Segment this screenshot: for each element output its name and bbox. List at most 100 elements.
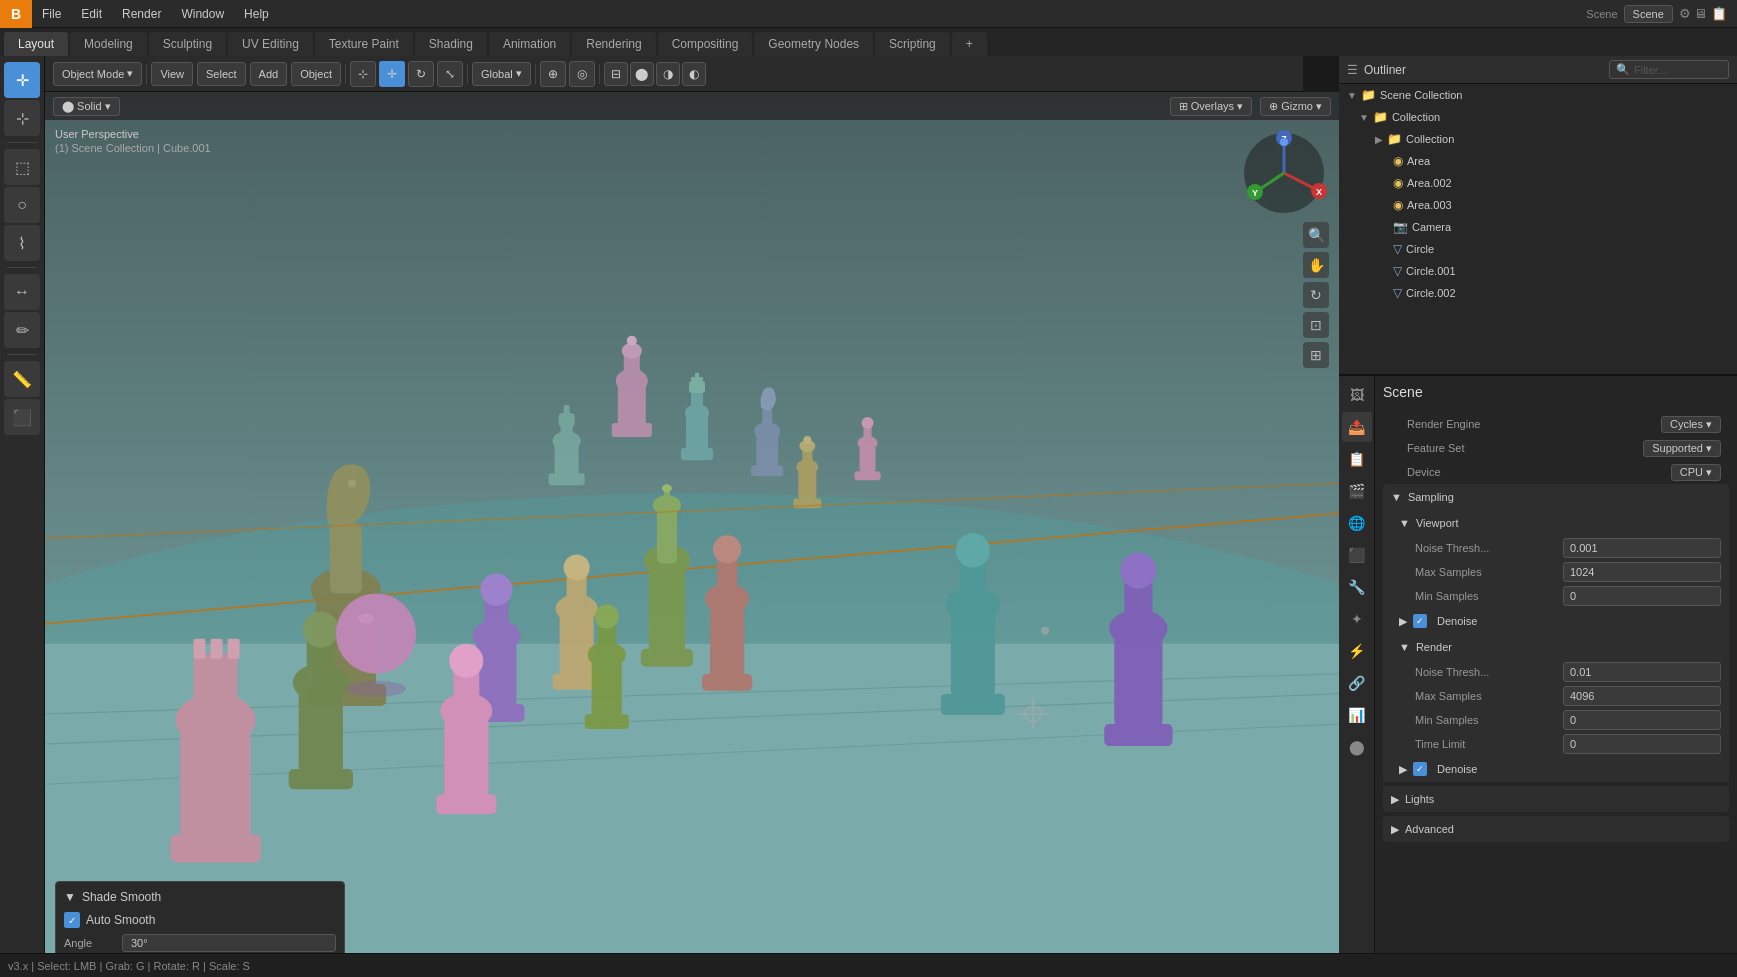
- max-samples-render-input[interactable]: [1563, 686, 1721, 706]
- view-layer-props-icon[interactable]: 📋: [1342, 444, 1372, 474]
- render-sub-header[interactable]: ▼ Render: [1391, 634, 1729, 660]
- snap-icon[interactable]: ⊕: [540, 61, 566, 87]
- outliner-item-area003[interactable]: ◉ Area.003: [1339, 194, 1737, 216]
- auto-smooth-checkbox[interactable]: ✓ Auto Smooth: [64, 912, 155, 928]
- solid-mode-btn[interactable]: ⬤: [630, 62, 654, 86]
- outliner-item-area[interactable]: ◉ Area: [1339, 150, 1737, 172]
- fit-view-icon[interactable]: ⊡: [1303, 312, 1329, 338]
- outliner-item-circle001[interactable]: ▽ Circle.001: [1339, 260, 1737, 282]
- area003-light-icon: ◉: [1393, 198, 1403, 212]
- menu-file[interactable]: File: [32, 0, 71, 28]
- select-lasso-tool[interactable]: ⌇: [4, 225, 40, 261]
- denoise-render-checkbox[interactable]: ✓: [1413, 762, 1427, 776]
- select-circle-tool[interactable]: ○: [4, 187, 40, 223]
- rotate-icon[interactable]: ↻: [1303, 282, 1329, 308]
- transform-select-icon[interactable]: ⊹: [350, 61, 376, 87]
- tab-geometry-nodes[interactable]: Geometry Nodes: [754, 32, 873, 56]
- max-samples-viewport-input[interactable]: [1563, 562, 1721, 582]
- outliner-item-area002[interactable]: ◉ Area.002: [1339, 172, 1737, 194]
- tab-texture-paint[interactable]: Texture Paint: [315, 32, 413, 56]
- outliner-item-circle[interactable]: ▽ Circle: [1339, 238, 1737, 260]
- advanced-header[interactable]: ▶ Advanced: [1383, 816, 1729, 842]
- transform-rotate-icon[interactable]: ↻: [408, 61, 434, 87]
- particles-props-icon[interactable]: ✦: [1342, 604, 1372, 634]
- material-props-icon[interactable]: ⬤: [1342, 732, 1372, 762]
- proportional-edit-icon[interactable]: ◎: [569, 61, 595, 87]
- transform-move-icon[interactable]: ✛: [379, 61, 405, 87]
- checkbox-checked-icon: ✓: [64, 912, 80, 928]
- outliner-item-collection[interactable]: ▼ 📁 Collection: [1339, 106, 1737, 128]
- ortho-toggle-icon[interactable]: ⊞: [1303, 342, 1329, 368]
- min-samples-render-input[interactable]: [1563, 710, 1721, 730]
- select-box-tool[interactable]: ⬚: [4, 149, 40, 185]
- outliner-item-circle002[interactable]: ▽ Circle.002: [1339, 282, 1737, 304]
- denoise-viewport-checkbox[interactable]: ✓: [1413, 614, 1427, 628]
- scene-name[interactable]: Scene: [1624, 5, 1673, 23]
- viewport-overlay-btn[interactable]: ⊞ Overlays ▾: [1170, 97, 1253, 116]
- select-menu-btn[interactable]: Select: [197, 62, 246, 86]
- tab-sculpting[interactable]: Sculpting: [149, 32, 226, 56]
- tab-modeling[interactable]: Modeling: [70, 32, 147, 56]
- wire-mode-btn[interactable]: ⊟: [604, 62, 628, 86]
- view-menu-btn[interactable]: View: [151, 62, 193, 86]
- sep1: [146, 64, 147, 84]
- modifier-props-icon[interactable]: 🔧: [1342, 572, 1372, 602]
- render-mode-btn[interactable]: ◐: [682, 62, 706, 86]
- denoise-viewport-header[interactable]: ▶ ✓ Denoise: [1391, 608, 1729, 634]
- svg-rect-22: [691, 391, 703, 415]
- tab-scripting[interactable]: Scripting: [875, 32, 950, 56]
- viewport-gizmo[interactable]: Z X Y: [1239, 128, 1329, 218]
- menu-render[interactable]: Render: [112, 0, 171, 28]
- object-props-icon[interactable]: ⬛: [1342, 540, 1372, 570]
- global-btn[interactable]: Global ▾: [472, 62, 531, 86]
- outliner-item-collection2[interactable]: ▶ 📁 Collection: [1339, 128, 1737, 150]
- cursor-tool[interactable]: ✛: [4, 62, 40, 98]
- annotate-tool[interactable]: ✏: [4, 312, 40, 348]
- data-props-icon[interactable]: 📊: [1342, 700, 1372, 730]
- menu-edit[interactable]: Edit: [71, 0, 112, 28]
- lights-header[interactable]: ▶ Lights: [1383, 786, 1729, 812]
- material-mode-btn[interactable]: ◑: [656, 62, 680, 86]
- add-menu-btn[interactable]: Add: [250, 62, 288, 86]
- menu-help[interactable]: Help: [234, 0, 279, 28]
- min-samples-viewport-input[interactable]: [1563, 586, 1721, 606]
- outliner-item-camera[interactable]: 📷 Camera: [1339, 216, 1737, 238]
- viewport-shading-btn[interactable]: ⬤ Solid ▾: [53, 97, 120, 116]
- output-props-icon[interactable]: 📤: [1342, 412, 1372, 442]
- angle-input[interactable]: 30°: [122, 934, 336, 952]
- props-content[interactable]: Scene Render Engine Cycles ▾ Feature Set…: [1375, 376, 1737, 977]
- scene-props-icon[interactable]: 🎬: [1342, 476, 1372, 506]
- tab-uv-editing[interactable]: UV Editing: [228, 32, 313, 56]
- object-mode-btn[interactable]: Object Mode ▾: [53, 62, 142, 86]
- noise-thresh-viewport-input[interactable]: [1563, 538, 1721, 558]
- measure-tool[interactable]: 📏: [4, 361, 40, 397]
- render-props-icon[interactable]: 🖼: [1342, 380, 1372, 410]
- tab-compositing[interactable]: Compositing: [658, 32, 753, 56]
- denoise-render-header[interactable]: ▶ ✓ Denoise: [1391, 756, 1729, 782]
- sampling-header[interactable]: ▼ Sampling: [1383, 484, 1729, 510]
- viewport[interactable]: ⬤ Solid ▾ ⊞ Overlays ▾ ⊕ Gizmo ▾ User Pe…: [45, 92, 1339, 977]
- outliner-item-scene-collection[interactable]: ▼ 📁 Scene Collection: [1339, 84, 1737, 106]
- viewport-sub-header[interactable]: ▼ Viewport: [1391, 510, 1729, 536]
- world-props-icon[interactable]: 🌐: [1342, 508, 1372, 538]
- circle-mesh-icon: ▽: [1393, 242, 1402, 256]
- tab-shading[interactable]: Shading: [415, 32, 487, 56]
- add-cube-tool[interactable]: ⬛: [4, 399, 40, 435]
- transform-tool[interactable]: ↔: [4, 274, 40, 310]
- time-limit-input[interactable]: [1563, 734, 1721, 754]
- tab-animation[interactable]: Animation: [489, 32, 570, 56]
- transform-scale-icon[interactable]: ⤡: [437, 61, 463, 87]
- object-menu-btn[interactable]: Object: [291, 62, 341, 86]
- physics-props-icon[interactable]: ⚡: [1342, 636, 1372, 666]
- menu-window[interactable]: Window: [171, 0, 234, 28]
- pan-icon[interactable]: ✋: [1303, 252, 1329, 278]
- tab-rendering[interactable]: Rendering: [572, 32, 655, 56]
- tab-layout[interactable]: Layout: [4, 32, 68, 56]
- move-tool[interactable]: ⊹: [4, 100, 40, 136]
- outliner-search[interactable]: 🔍 Filter...: [1609, 60, 1729, 79]
- viewport-gizmo-btn[interactable]: ⊕ Gizmo ▾: [1260, 97, 1331, 116]
- zoom-in-icon[interactable]: 🔍: [1303, 222, 1329, 248]
- tab-add[interactable]: +: [952, 32, 987, 56]
- constraints-props-icon[interactable]: 🔗: [1342, 668, 1372, 698]
- noise-thresh-render-input[interactable]: [1563, 662, 1721, 682]
